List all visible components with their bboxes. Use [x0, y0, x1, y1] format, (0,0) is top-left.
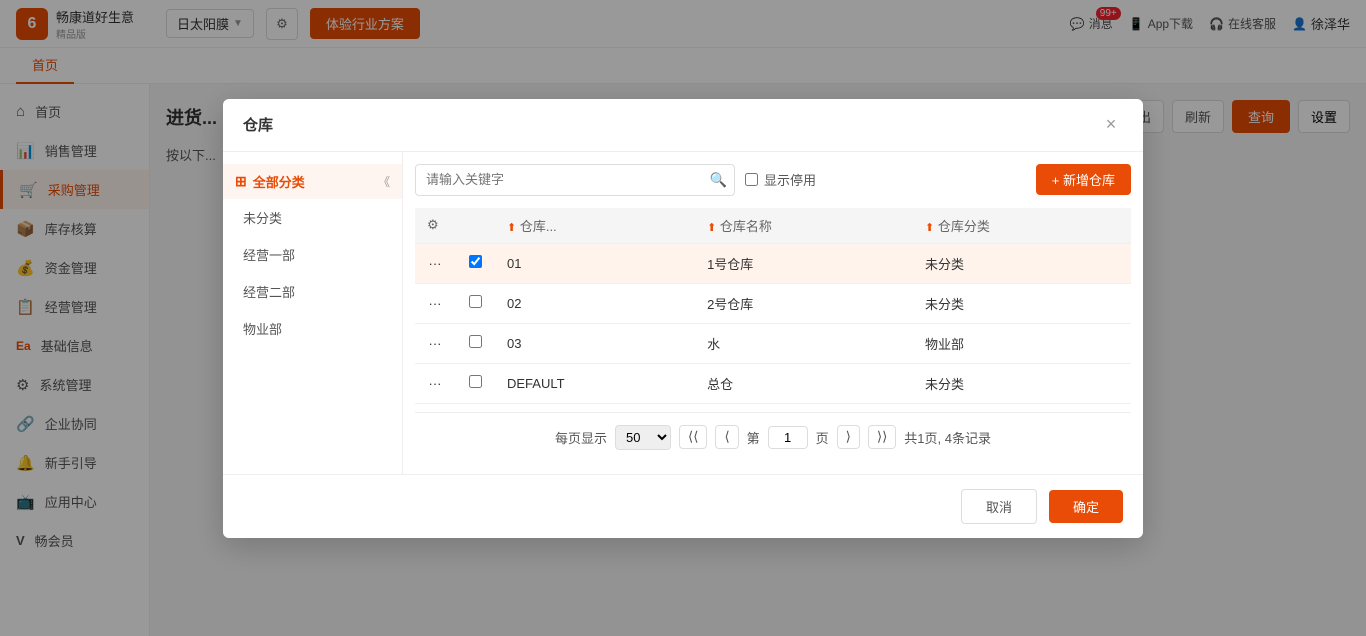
table-toolbar: 🔍 显示停用 + 新增仓库: [415, 164, 1131, 196]
col-header-gear: ⚙: [415, 208, 455, 244]
page-first-button[interactable]: ⟨⟨: [679, 425, 707, 449]
category-item-ops1[interactable]: 经营一部: [223, 236, 402, 273]
row-code-cell: 03: [495, 323, 695, 363]
col-header-name: ⬆ 仓库名称: [695, 208, 913, 244]
dialog-header: 仓库 ×: [223, 99, 1143, 152]
pagination-bar: 每页显示 50 10 20 100 ⟨⟨ ⟨ 第 页 ⟩ ⟩⟩ 共1页, 4条记…: [415, 412, 1131, 462]
dialog-body: ⊞ 全部分类 《 未分类 经营一部 经营二部 物业部 🔍: [223, 152, 1143, 474]
table-row[interactable]: ··· 01 1号仓库 未分类: [415, 243, 1131, 283]
warehouse-table: ⚙ ⬆ 仓库... ⬆ 仓库名称 ⬆ 仓库分类: [415, 208, 1131, 404]
page-total-label: 共1页, 4条记录: [904, 428, 991, 447]
row-category-cell: 物业部: [913, 323, 1131, 363]
row-gear-cell: ···: [415, 323, 455, 363]
table-row[interactable]: ··· 02 2号仓库 未分类: [415, 283, 1131, 323]
search-wrap: 🔍: [415, 164, 735, 196]
row-name-cell: 1号仓库: [695, 243, 913, 283]
dialog-footer: 取消 确定: [223, 474, 1143, 538]
page-last-button[interactable]: ⟩⟩: [868, 425, 896, 449]
search-icon[interactable]: 🔍: [710, 171, 727, 188]
page-next-button[interactable]: ⟩: [837, 425, 860, 449]
page-input[interactable]: [768, 426, 808, 449]
category-item-ops2[interactable]: 经营二部: [223, 273, 402, 310]
row-gear-cell: ···: [415, 363, 455, 403]
per-page-select[interactable]: 50 10 20 100: [615, 425, 671, 450]
all-category-label: ⊞ 全部分类: [235, 172, 305, 191]
collapse-icon[interactable]: 《: [378, 173, 390, 190]
row-check-cell[interactable]: [455, 243, 495, 283]
row-category-cell: 未分类: [913, 243, 1131, 283]
row-code-cell: 01: [495, 243, 695, 283]
page-unit-label: 页: [816, 428, 829, 447]
table-row[interactable]: ··· DEFAULT 总仓 未分类: [415, 363, 1131, 403]
dialog-close-button[interactable]: ×: [1099, 113, 1123, 137]
search-input[interactable]: [415, 164, 735, 196]
per-page-label: 每页显示: [555, 428, 607, 447]
dialog-overlay: 仓库 × ⊞ 全部分类 《 未分类 经营一部 经营二部 物业部: [0, 0, 1366, 636]
category-panel: ⊞ 全部分类 《 未分类 经营一部 经营二部 物业部: [223, 152, 403, 474]
row-code-cell: 02: [495, 283, 695, 323]
show-disabled-checkbox[interactable]: [745, 173, 758, 186]
add-warehouse-button[interactable]: + 新增仓库: [1036, 164, 1131, 195]
show-disabled-label: 显示停用: [764, 170, 816, 189]
table-row[interactable]: ··· 03 水 物业部: [415, 323, 1131, 363]
table-panel: 🔍 显示停用 + 新增仓库 ⚙ ⬆ 仓: [403, 152, 1143, 474]
category-item-property[interactable]: 物业部: [223, 310, 402, 347]
row-gear-cell: ···: [415, 243, 455, 283]
grid-icon: ⊞: [235, 173, 247, 190]
row-code-cell: DEFAULT: [495, 363, 695, 403]
row-check-cell[interactable]: [455, 283, 495, 323]
category-item-unclassified[interactable]: 未分类: [223, 199, 402, 236]
category-all-item[interactable]: ⊞ 全部分类 《: [223, 164, 402, 199]
row-name-cell: 总仓: [695, 363, 913, 403]
row-category-cell: 未分类: [913, 283, 1131, 323]
row-name-cell: 水: [695, 323, 913, 363]
warehouse-dialog: 仓库 × ⊞ 全部分类 《 未分类 经营一部 经营二部 物业部: [223, 99, 1143, 538]
col-header-check: [455, 208, 495, 244]
dialog-title: 仓库: [243, 114, 273, 135]
row-check-cell[interactable]: [455, 363, 495, 403]
page-goto-label: 第: [747, 428, 760, 447]
confirm-button[interactable]: 确定: [1049, 490, 1123, 523]
row-check-cell[interactable]: [455, 323, 495, 363]
cancel-button[interactable]: 取消: [961, 489, 1037, 524]
show-disabled-wrap: 显示停用: [745, 170, 816, 189]
col-cat-sort-icon: ⬆: [925, 222, 934, 234]
col-name-sort-icon: ⬆: [707, 222, 716, 234]
row-category-cell: 未分类: [913, 363, 1131, 403]
col-sort-icon: ⬆: [507, 222, 516, 234]
col-header-code: ⬆ 仓库...: [495, 208, 695, 244]
page-prev-button[interactable]: ⟨: [715, 425, 738, 449]
col-header-category: ⬆ 仓库分类: [913, 208, 1131, 244]
row-name-cell: 2号仓库: [695, 283, 913, 323]
row-gear-cell: ···: [415, 283, 455, 323]
